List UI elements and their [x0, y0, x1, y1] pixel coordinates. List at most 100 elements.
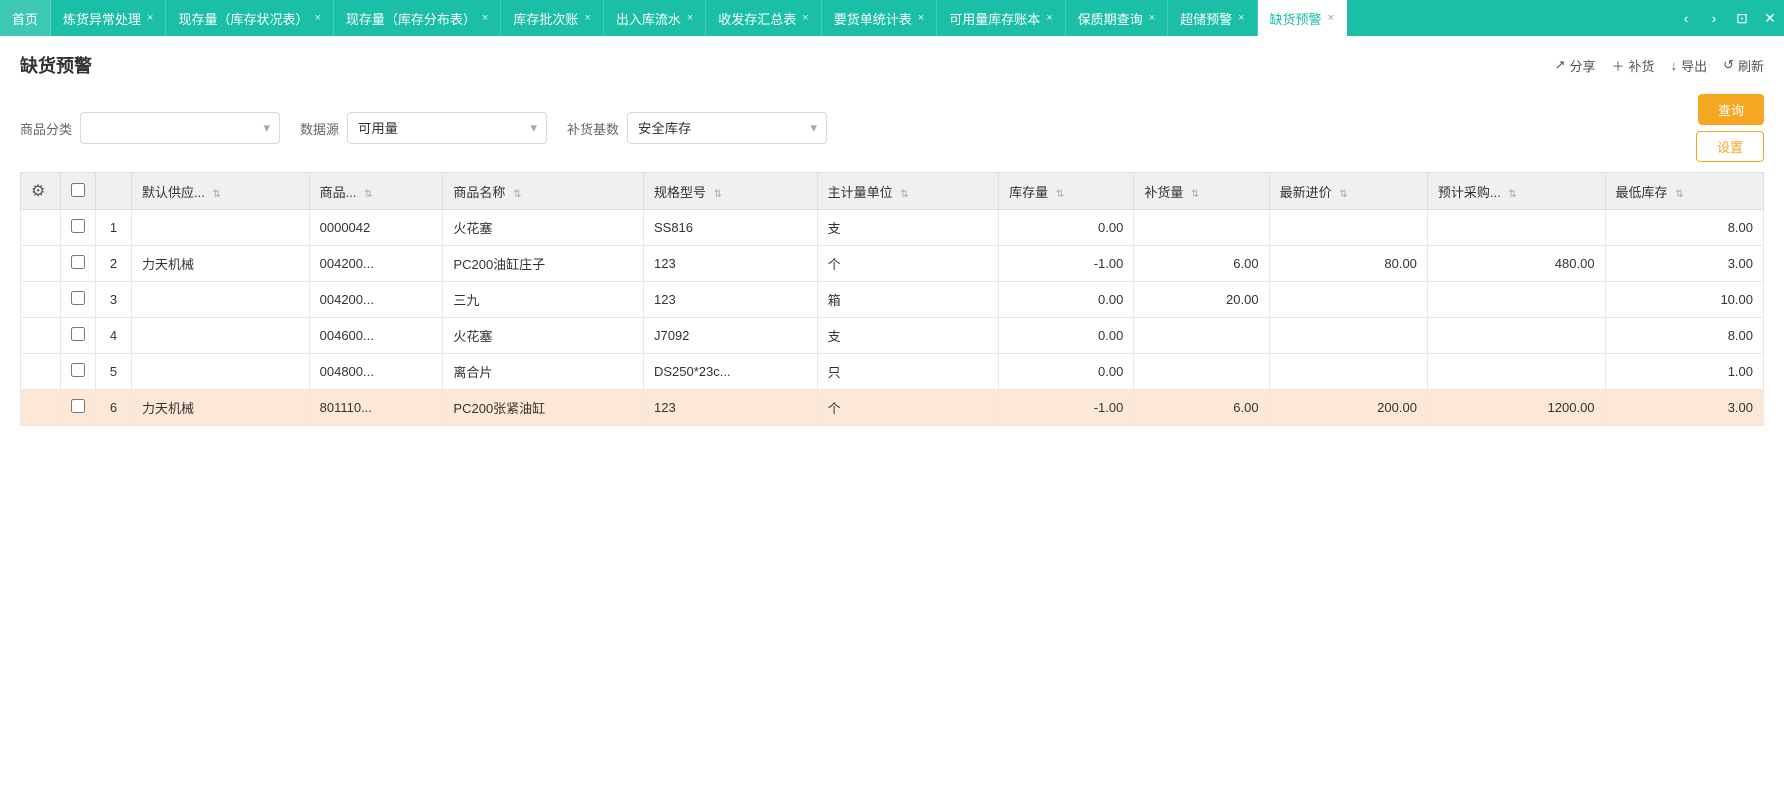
row-num-3: 4: [96, 318, 132, 354]
replenish-basis-label: 补货基数: [567, 119, 619, 138]
category-filter-label: 商品分类: [20, 119, 72, 138]
row-settings-2: [21, 282, 61, 318]
tab-available-ledger[interactable]: 可用量库存账本 ×: [937, 0, 1065, 36]
tab-available-ledger-close[interactable]: ×: [1046, 12, 1052, 24]
row-estimated-1: 480.00: [1427, 246, 1605, 282]
row-checkbox-4[interactable]: [71, 363, 85, 377]
tab-inout-flow-close[interactable]: ×: [687, 12, 693, 24]
replenish-basis-select[interactable]: 安全库存: [627, 112, 827, 144]
row-replenish-1: 6.00: [1134, 246, 1269, 282]
sort-price-icon[interactable]: ⇅: [1339, 189, 1347, 200]
tab-inventory-status[interactable]: 现存量（库存状况表） ×: [166, 0, 333, 36]
data-table: ⚙ 默认供应... ⇅ 商品... ⇅ 商品名称 ⇅: [20, 172, 1764, 426]
row-price-1: 80.00: [1269, 246, 1427, 282]
row-code-0: 0000042: [309, 210, 443, 246]
row-name-3: 火花塞: [443, 318, 644, 354]
sort-minstock-icon[interactable]: ⇅: [1675, 189, 1683, 200]
row-stock-2: 0.00: [999, 282, 1134, 318]
row-replenish-0: [1134, 210, 1269, 246]
tab-order-stats-close[interactable]: ×: [918, 12, 924, 24]
tab-inout-flow[interactable]: 出入库流水 ×: [604, 0, 706, 36]
datasource-filter-label: 数据源: [300, 119, 339, 138]
tab-expiry-close[interactable]: ×: [1149, 12, 1155, 24]
row-stock-3: 0.00: [999, 318, 1134, 354]
row-supplier-1: 力天机械: [132, 246, 310, 282]
row-checkbox-1[interactable]: [71, 255, 85, 269]
settings-gear-icon[interactable]: ⚙: [31, 183, 45, 200]
row-unit-3: 支: [817, 318, 998, 354]
tab-inventory-dist-close[interactable]: ×: [482, 12, 488, 24]
share-button[interactable]: ↗ 分享: [1555, 56, 1596, 75]
row-checkbox-0[interactable]: [71, 219, 85, 233]
category-select[interactable]: [80, 112, 280, 144]
export-button[interactable]: ↓ 导出: [1671, 56, 1708, 75]
nav-restore-button[interactable]: ⊡: [1728, 0, 1756, 36]
row-check-4[interactable]: [61, 354, 96, 390]
sort-spec-icon[interactable]: ⇅: [714, 189, 722, 200]
row-minstock-5: 3.00: [1605, 390, 1763, 426]
tab-expiry[interactable]: 保质期查询 ×: [1066, 0, 1168, 36]
datasource-filter-group: 数据源 可用量: [300, 112, 547, 144]
tab-batch-account-close[interactable]: ×: [584, 12, 590, 24]
row-check-1[interactable]: [61, 246, 96, 282]
row-replenish-5: 6.00: [1134, 390, 1269, 426]
col-name-header: 商品名称 ⇅: [443, 173, 644, 210]
filter-actions: 查询 设置: [1696, 94, 1764, 162]
query-button[interactable]: 查询: [1698, 94, 1764, 125]
tab-shortage-close[interactable]: ×: [1328, 12, 1334, 24]
col-supplier-label: 默认供应...: [142, 185, 205, 200]
row-settings-4: [21, 354, 61, 390]
row-supplier-0: [132, 210, 310, 246]
col-replenish-label: 补货量: [1144, 185, 1183, 200]
row-check-2[interactable]: [61, 282, 96, 318]
tab-overstock[interactable]: 超储预警 ×: [1168, 0, 1257, 36]
sort-code-icon[interactable]: ⇅: [364, 189, 372, 200]
nav-prev-button[interactable]: ‹: [1672, 0, 1700, 36]
refresh-button[interactable]: ↺ 刷新: [1723, 56, 1764, 75]
nav-next-button[interactable]: ›: [1700, 0, 1728, 36]
tab-exception[interactable]: 炼货异常处理 ×: [51, 0, 166, 36]
row-check-0[interactable]: [61, 210, 96, 246]
nav-close-all-button[interactable]: ✕: [1756, 0, 1784, 36]
datasource-select[interactable]: 可用量: [347, 112, 547, 144]
row-unit-4: 只: [817, 354, 998, 390]
row-check-5[interactable]: [61, 390, 96, 426]
tab-receipt-summary-close[interactable]: ×: [802, 12, 808, 24]
row-checkbox-2[interactable]: [71, 291, 85, 305]
row-stock-1: -1.00: [999, 246, 1134, 282]
row-settings-0: [21, 210, 61, 246]
tab-order-stats[interactable]: 要货单统计表 ×: [822, 0, 937, 36]
row-checkbox-3[interactable]: [71, 327, 85, 341]
row-estimated-3: [1427, 318, 1605, 354]
tab-receipt-summary[interactable]: 收发存汇总表 ×: [706, 0, 821, 36]
sort-replenish-icon[interactable]: ⇅: [1191, 189, 1199, 200]
select-all-checkbox[interactable]: [71, 183, 85, 197]
row-supplier-3: [132, 318, 310, 354]
sort-unit-icon[interactable]: ⇅: [900, 189, 908, 200]
row-check-3[interactable]: [61, 318, 96, 354]
tab-inventory-status-close[interactable]: ×: [314, 12, 320, 24]
row-price-3: [1269, 318, 1427, 354]
sort-supplier-icon[interactable]: ⇅: [212, 189, 220, 200]
tab-overstock-close[interactable]: ×: [1238, 12, 1244, 24]
sort-stock-icon[interactable]: ⇅: [1056, 189, 1064, 200]
tab-inventory-dist[interactable]: 现存量（库存分布表） ×: [334, 0, 501, 36]
page-header: 缺货预警 ↗ 分享 ＋ 补货 ↓ 导出 ↺ 刷新: [20, 52, 1764, 78]
tab-batch-account[interactable]: 库存批次账 ×: [501, 0, 603, 36]
settings-button[interactable]: 设置: [1696, 131, 1764, 162]
row-minstock-2: 10.00: [1605, 282, 1763, 318]
row-checkbox-5[interactable]: [71, 399, 85, 413]
replenish-button[interactable]: ＋ 补货: [1612, 56, 1655, 75]
tab-home[interactable]: 首页: [0, 0, 51, 36]
col-name-label: 商品名称: [453, 185, 505, 200]
tab-shortage[interactable]: 缺货预警 ×: [1258, 0, 1347, 36]
row-spec-2: 123: [643, 282, 817, 318]
tab-inventory-status-label: 现存量（库存状况表）: [178, 9, 308, 28]
tab-exception-close[interactable]: ×: [147, 12, 153, 24]
col-spec-label: 规格型号: [654, 185, 706, 200]
row-name-0: 火花塞: [443, 210, 644, 246]
sort-estimated-icon[interactable]: ⇅: [1508, 189, 1516, 200]
sort-name-icon[interactable]: ⇅: [513, 189, 521, 200]
row-code-4: 004800...: [309, 354, 443, 390]
row-settings-5: [21, 390, 61, 426]
